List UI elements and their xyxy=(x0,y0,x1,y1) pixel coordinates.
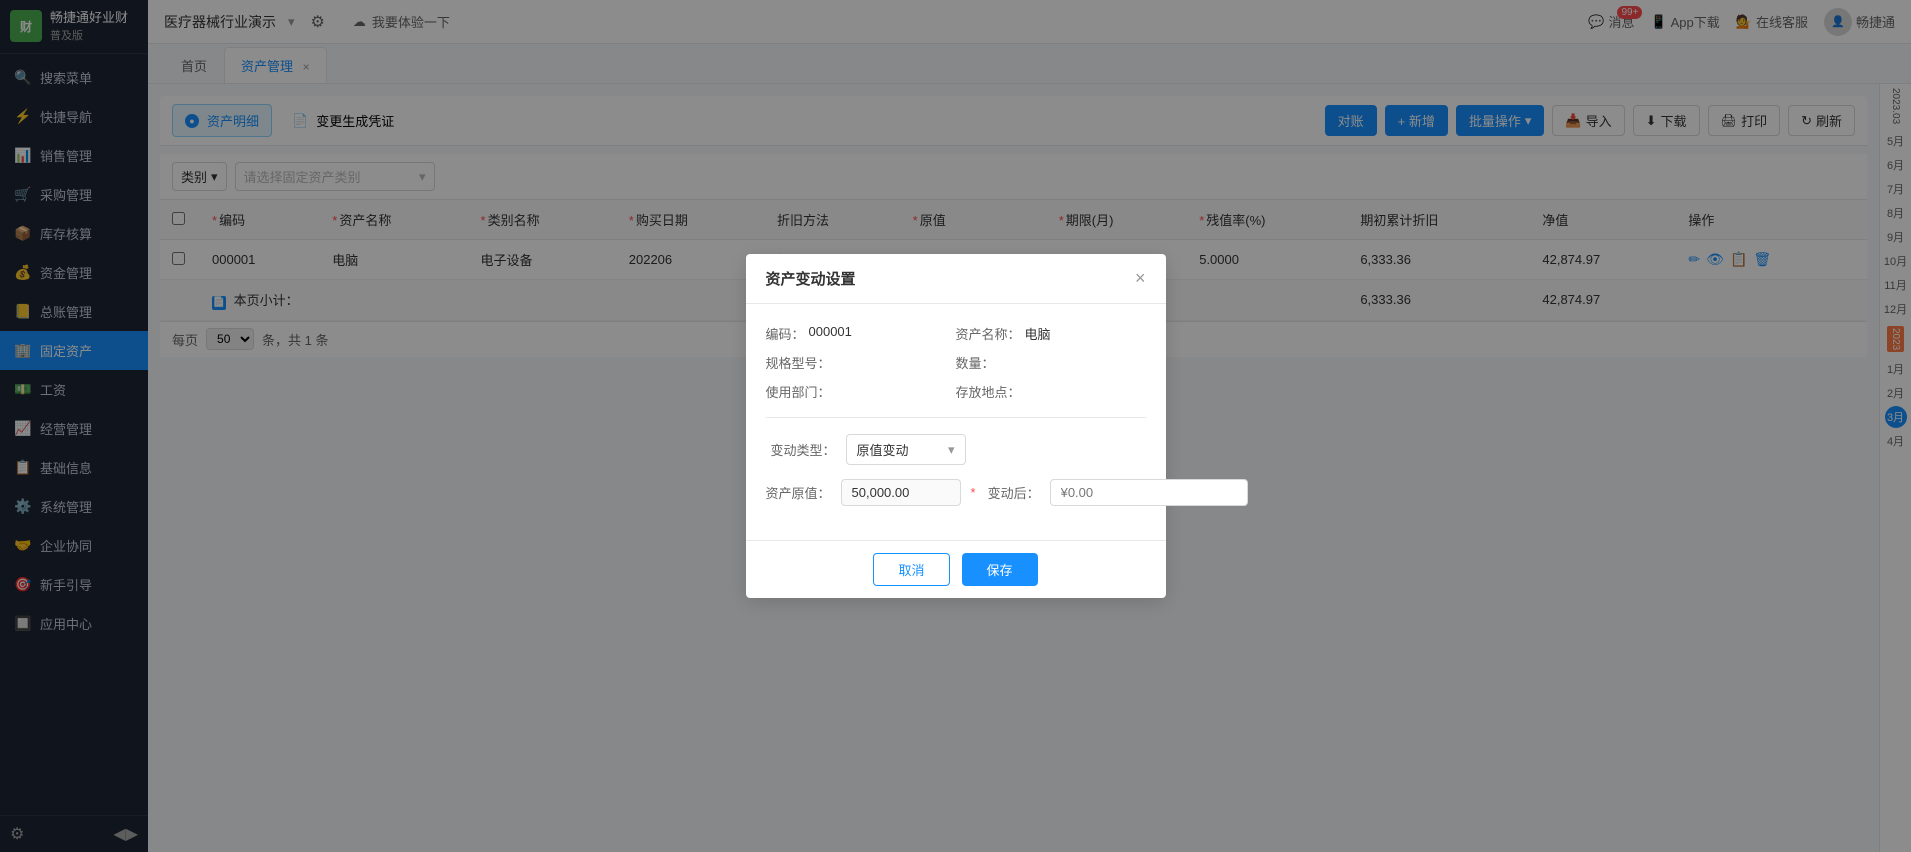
cancel-button[interactable]: 取消 xyxy=(873,553,949,586)
modal-name-item: 资产名称： 电脑 xyxy=(956,324,1146,343)
modal-info-grid: 编码： 000001 资产名称： 电脑 规格型号： 数量： 使用部门： xyxy=(766,324,1146,401)
modal-code-value: 000001 xyxy=(809,324,852,343)
modal-name-label: 资产名称： xyxy=(956,324,1021,343)
change-type-row: 变动类型： 原值变动 ▾ xyxy=(766,434,1146,465)
save-button[interactable]: 保存 xyxy=(962,553,1038,586)
after-value-input[interactable] xyxy=(1050,479,1248,506)
change-type-value: 原值变动 xyxy=(857,440,909,459)
modal-header: 资产变动设置 × xyxy=(746,254,1166,304)
modal-location-item: 存放地点： xyxy=(956,382,1146,401)
asset-value-input[interactable]: 50,000.00 xyxy=(841,479,961,506)
modal-close-button[interactable]: × xyxy=(1135,268,1146,289)
change-type-label: 变动类型： xyxy=(766,440,836,459)
asset-value-label: 资产原值： xyxy=(766,483,831,502)
modal-location-label: 存放地点： xyxy=(956,382,1021,401)
after-label: 变动后： xyxy=(988,483,1040,502)
asset-change-modal: 资产变动设置 × 编码： 000001 资产名称： 电脑 规格型号： 数量： xyxy=(746,254,1166,598)
modal-name-value: 电脑 xyxy=(1025,324,1051,343)
modal-qty-label: 数量： xyxy=(956,353,995,372)
modal-spec-item: 规格型号： xyxy=(766,353,956,372)
modal-code-label: 编码： xyxy=(766,324,805,343)
modal-qty-item: 数量： xyxy=(956,353,1146,372)
modal-divider xyxy=(766,417,1146,418)
required-marker: * xyxy=(971,485,976,500)
modal-dept-item: 使用部门： xyxy=(766,382,956,401)
change-type-select[interactable]: 原值变动 ▾ xyxy=(846,434,966,465)
modal-code-item: 编码： 000001 xyxy=(766,324,956,343)
select-dropdown-icon: ▾ xyxy=(948,442,955,458)
asset-value-row: 资产原值： 50,000.00 * 变动后： xyxy=(766,479,1146,506)
modal-overlay: 资产变动设置 × 编码： 000001 资产名称： 电脑 规格型号： 数量： xyxy=(0,0,1911,852)
modal-body: 编码： 000001 资产名称： 电脑 规格型号： 数量： 使用部门： xyxy=(746,304,1166,540)
modal-spec-label: 规格型号： xyxy=(766,353,831,372)
modal-footer: 取消 保存 xyxy=(746,540,1166,598)
modal-dept-label: 使用部门： xyxy=(766,382,831,401)
modal-title: 资产变动设置 xyxy=(766,268,856,289)
